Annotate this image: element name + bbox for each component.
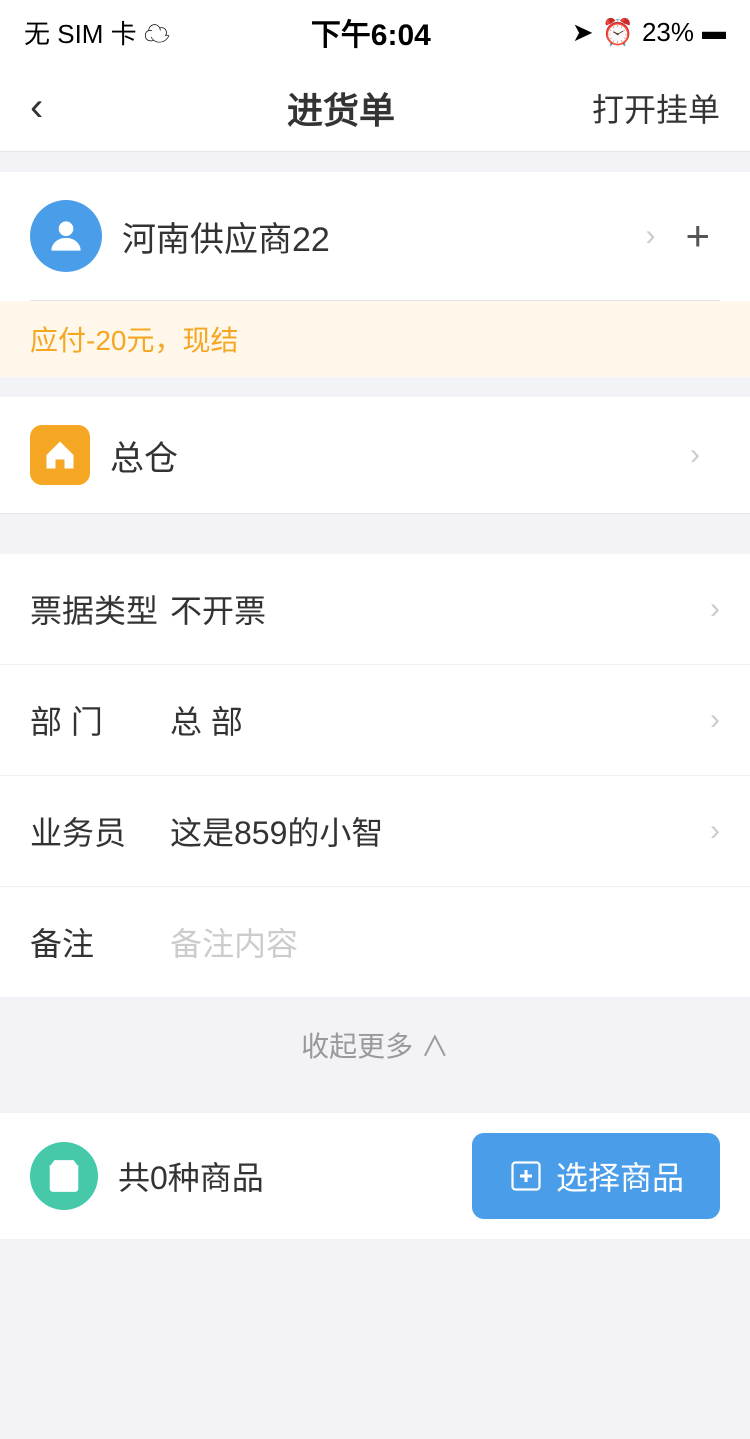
select-product-label: 选择商品 <box>556 1153 684 1199</box>
select-product-button[interactable]: 选择商品 <box>472 1133 720 1219</box>
section-gap-2 <box>0 377 750 397</box>
nav-bar: ‹ 进货单 打开挂单 <box>0 64 750 152</box>
remark-value[interactable]: 备注内容 <box>170 919 720 965</box>
department-chevron-icon: › <box>710 703 720 737</box>
remark-label: 备注 <box>30 919 170 965</box>
warehouse-section: 总仓 › <box>0 397 750 514</box>
notice-bar: 应付-20元，现结 <box>0 301 750 377</box>
warehouse-name: 总仓 <box>110 431 690 480</box>
remark-row[interactable]: 备注 备注内容 <box>0 887 750 997</box>
bottom-bar: 共0种商品 选择商品 <box>0 1113 750 1239</box>
signal-text: 无 SIM 卡 ☁ <box>24 14 170 51</box>
invoice-type-row[interactable]: 票据类型 不开票 › <box>0 554 750 665</box>
battery-icon: ▬ <box>702 18 726 46</box>
department-value: 总 部 <box>170 697 710 743</box>
page-background <box>0 1239 750 1439</box>
salesperson-label: 业务员 <box>30 808 170 854</box>
add-supplier-button[interactable]: + <box>675 212 720 260</box>
department-label: 部 门 <box>30 697 170 743</box>
battery-text: 23% <box>642 17 694 48</box>
status-left: 无 SIM 卡 ☁ <box>24 14 170 51</box>
supplier-name: 河南供应商22 <box>122 212 645 261</box>
invoice-type-value: 不开票 <box>170 586 710 632</box>
location-icon: ➤ <box>572 17 594 48</box>
supplier-avatar <box>30 200 102 272</box>
form-section: 票据类型 不开票 › 部 门 总 部 › 业务员 这是859的小智 › 备注 备… <box>0 554 750 997</box>
select-product-icon <box>508 1158 544 1194</box>
status-time: 下午6:04 <box>311 10 431 54</box>
page-title: 进货单 <box>287 82 395 134</box>
department-row[interactable]: 部 门 总 部 › <box>0 665 750 776</box>
collapse-bar[interactable]: 收起更多 ∧ <box>0 997 750 1093</box>
supplier-row[interactable]: 河南供应商22 › + <box>0 172 750 300</box>
supplier-chevron-icon: › <box>645 219 655 253</box>
salesperson-chevron-icon: › <box>710 814 720 848</box>
house-icon <box>42 437 78 473</box>
back-button[interactable]: ‹ <box>30 85 90 130</box>
section-gap-4 <box>0 1093 750 1113</box>
warehouse-row[interactable]: 总仓 › <box>0 397 750 514</box>
supplier-section: 河南供应商22 › + 应付-20元，现结 <box>0 172 750 377</box>
open-pending-button[interactable]: 打开挂单 <box>592 85 720 131</box>
invoice-type-label: 票据类型 <box>30 586 170 632</box>
salesperson-value: 这是859的小智 <box>170 808 710 854</box>
person-icon <box>44 214 88 258</box>
warehouse-chevron-icon: › <box>690 438 700 472</box>
status-bar: 无 SIM 卡 ☁ 下午6:04 ➤ ⏰ 23% ▬ <box>0 0 750 64</box>
shopping-bag-icon <box>45 1157 83 1195</box>
alarm-icon: ⏰ <box>602 17 634 48</box>
section-gap-1 <box>0 152 750 172</box>
product-icon <box>30 1142 98 1210</box>
product-count-text: 共0种商品 <box>118 1153 472 1199</box>
section-gap-3 <box>0 514 750 534</box>
warehouse-icon <box>30 425 90 485</box>
salesperson-row[interactable]: 业务员 这是859的小智 › <box>0 776 750 887</box>
status-right: ➤ ⏰ 23% ▬ <box>572 17 726 48</box>
invoice-type-chevron-icon: › <box>710 592 720 626</box>
